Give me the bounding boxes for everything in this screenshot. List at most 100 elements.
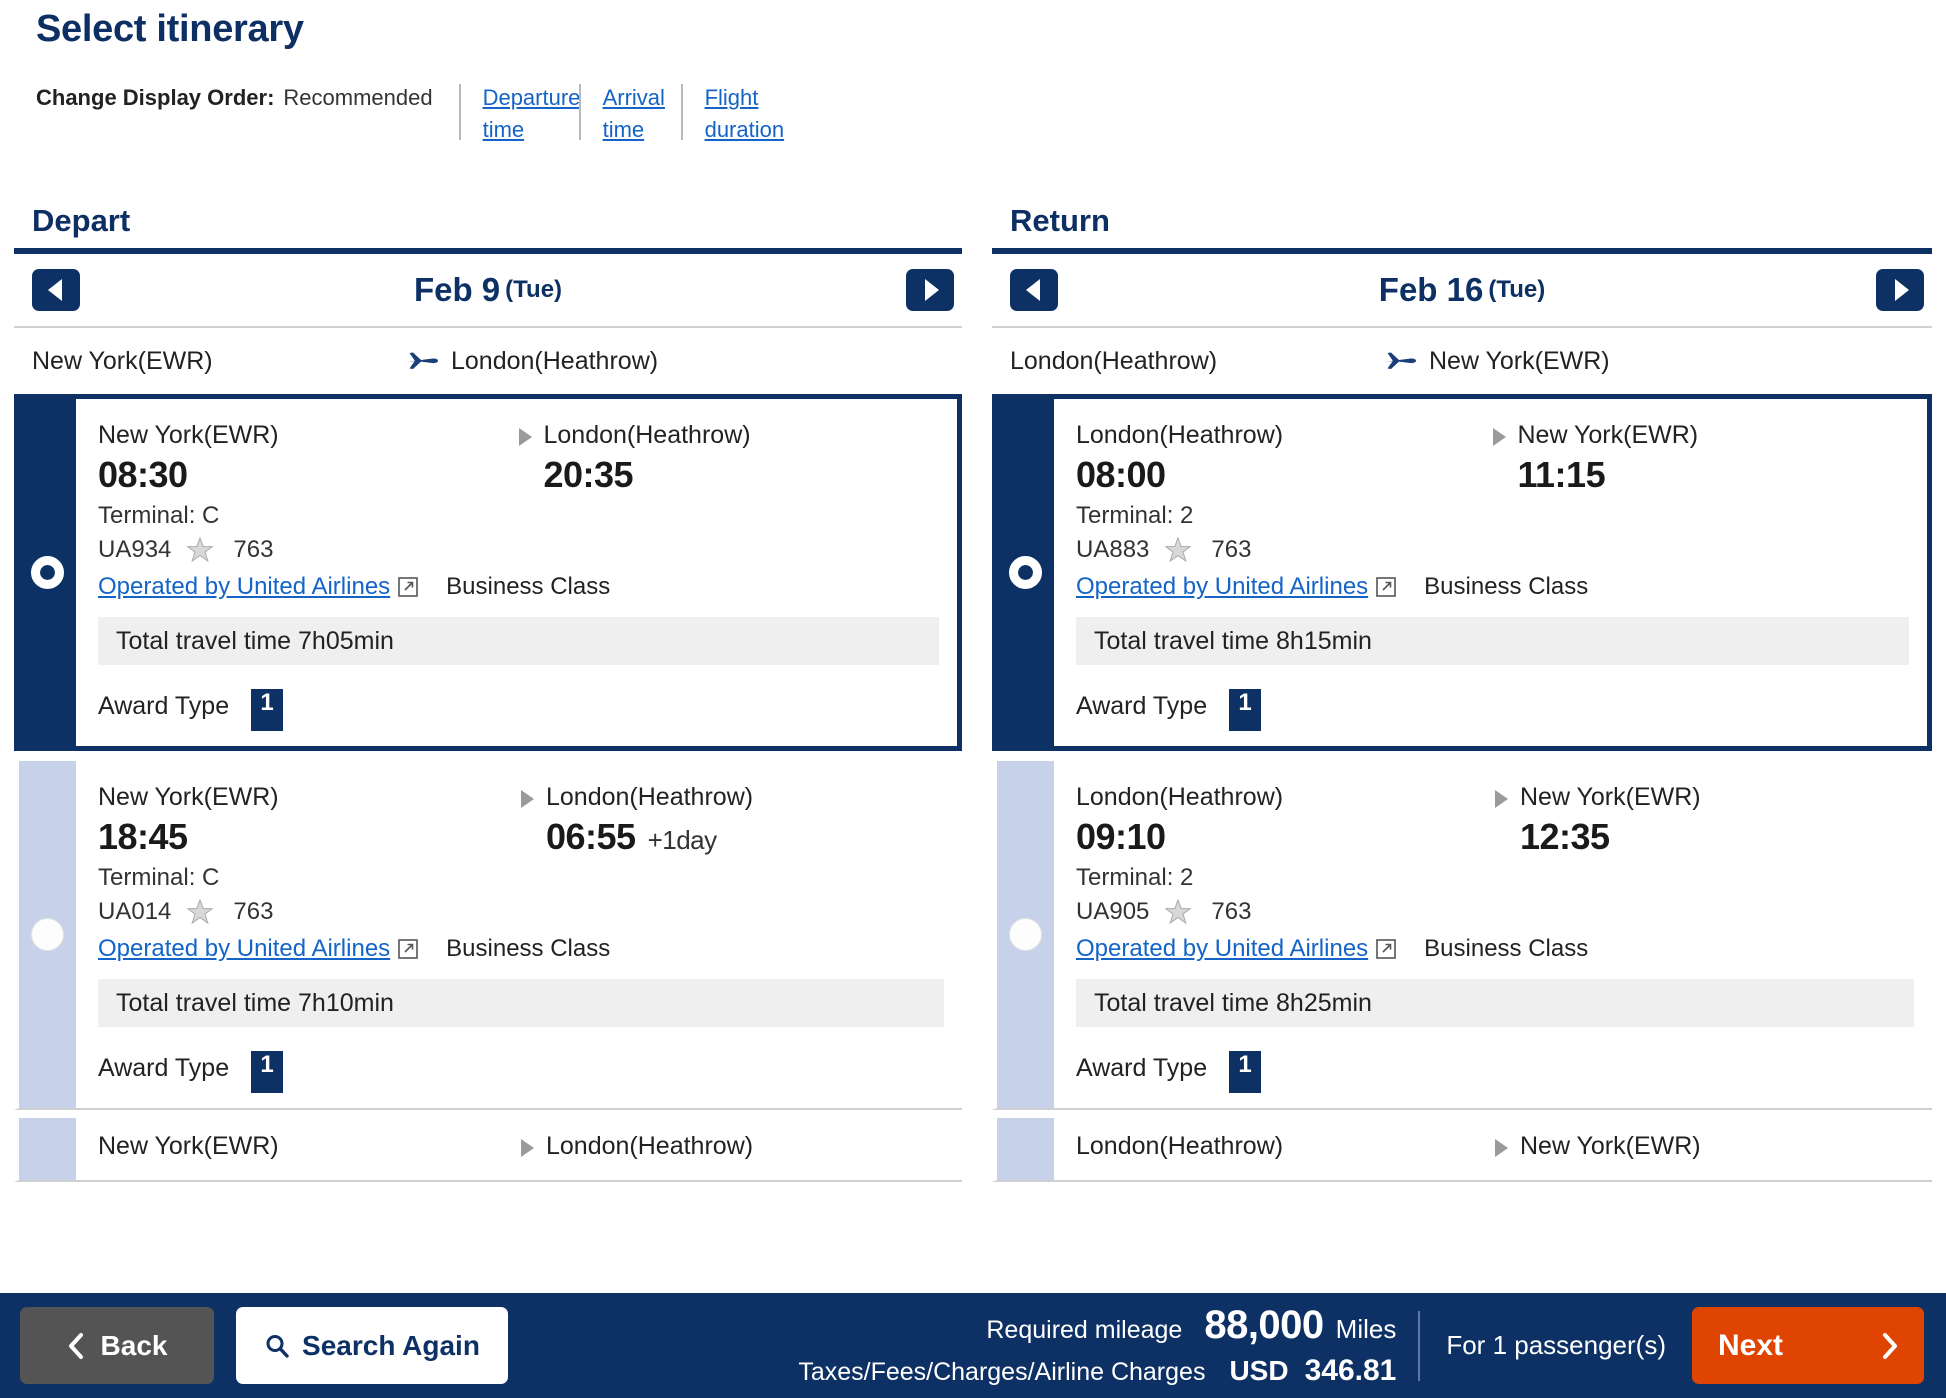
prev-day-button[interactable] xyxy=(1010,269,1058,311)
flight-to-city: London(Heathrow) xyxy=(546,1132,754,1160)
depart-column: Depart Feb 9 (Tue) New York(EWR) London(… xyxy=(14,198,962,1190)
operated-by-link[interactable]: Operated by United Airlines xyxy=(1076,935,1368,963)
flight-radio[interactable] xyxy=(31,556,64,589)
flight-from-city: New York(EWR) xyxy=(98,1132,279,1160)
return-date-nav: Feb 16 (Tue) xyxy=(992,254,1932,328)
flight-radio[interactable] xyxy=(31,918,64,951)
flight-select-rail[interactable] xyxy=(19,761,76,1108)
page-title: Select itinerary xyxy=(36,8,304,50)
next-day-button[interactable] xyxy=(1876,269,1924,311)
operated-by-link[interactable]: Operated by United Airlines xyxy=(1076,573,1368,601)
return-flight-list: London(Heathrow) New York(EWR) 08:00 11:… xyxy=(992,394,1932,1182)
award-type-row: Award Type 1 xyxy=(98,1044,944,1093)
flight-select-rail[interactable] xyxy=(19,399,76,746)
external-link-icon[interactable] xyxy=(1376,939,1396,959)
flight-equipment: 763 xyxy=(1211,536,1252,563)
flight-radio[interactable] xyxy=(1009,556,1042,589)
prev-day-button[interactable] xyxy=(32,269,80,311)
flight-terminal: Terminal: 2 xyxy=(1076,864,1194,891)
chevron-left-icon xyxy=(67,1332,85,1360)
flight-equipment: 763 xyxy=(1211,898,1252,925)
flight-total-travel-time: Total travel time 7h10min xyxy=(98,979,944,1027)
flight-to-city: New York(EWR) xyxy=(1520,1132,1701,1160)
back-button[interactable]: Back xyxy=(20,1307,214,1384)
external-link-icon[interactable] xyxy=(1376,577,1396,597)
award-type-label: Award Type xyxy=(1076,691,1208,720)
divider xyxy=(1418,1310,1421,1381)
next-button[interactable]: Next xyxy=(1692,1307,1924,1384)
award-type-badge[interactable]: 1 xyxy=(1229,1048,1262,1093)
flight-departure-time: 08:30 xyxy=(98,454,188,495)
footer-action-bar: Back Search Again Required mileage 88,00… xyxy=(0,1293,1946,1398)
flight-from-city: London(Heathrow) xyxy=(1076,783,1284,811)
sort-departure-time[interactable]: Departure time xyxy=(461,82,581,146)
return-heading: Return xyxy=(1010,203,1110,238)
chevron-left-icon xyxy=(47,279,62,301)
flight-card[interactable]: London(Heathrow) New York(EWR) 09:10 12:… xyxy=(992,761,1932,1110)
sort-arrival-time-line2: time xyxy=(602,117,645,142)
return-date: Feb 16 xyxy=(1378,271,1484,308)
flight-radio[interactable] xyxy=(1009,918,1042,951)
next-button-label: Next xyxy=(1718,1328,1784,1362)
flight-number-row: UA934 763 xyxy=(98,536,939,564)
flight-select-rail[interactable] xyxy=(19,1118,76,1180)
flight-select-rail[interactable] xyxy=(997,399,1054,746)
arrow-right-icon xyxy=(1495,790,1508,808)
flight-to-city: London(Heathrow) xyxy=(546,783,754,811)
fare-summary: Required mileage 88,000 Miles Taxes/Fees… xyxy=(508,1303,1418,1388)
flight-details: New York(EWR) London(Heathrow) 18:45 06:… xyxy=(76,761,962,1108)
sort-arrival-time[interactable]: Arrival time xyxy=(581,82,681,146)
flight-card[interactable]: London(Heathrow) New York(EWR) 08:00 11:… xyxy=(992,399,1932,751)
sort-flight-duration[interactable]: Flight duration xyxy=(683,82,808,146)
next-day-button[interactable] xyxy=(906,269,954,311)
required-mileage-label: Required mileage xyxy=(986,1316,1183,1344)
arrow-right-icon xyxy=(521,790,534,808)
depart-route-from: New York(EWR) xyxy=(32,346,213,375)
flight-from-city: London(Heathrow) xyxy=(1076,1132,1284,1160)
external-link-icon[interactable] xyxy=(398,939,418,959)
award-type-badge[interactable]: 1 xyxy=(251,686,284,731)
award-type-label: Award Type xyxy=(98,1053,230,1082)
flight-cabin-class: Business Class xyxy=(1424,935,1589,962)
search-again-button[interactable]: Search Again xyxy=(236,1307,508,1384)
flight-times: 08:00 11:15 xyxy=(1076,454,1909,496)
flight-departure-time: 18:45 xyxy=(98,816,188,857)
award-type-badge[interactable]: 1 xyxy=(251,1048,284,1093)
flight-cities: New York(EWR) London(Heathrow) xyxy=(98,1132,944,1161)
flight-total-travel-time: Total travel time 8h25min xyxy=(1076,979,1914,1027)
operated-by-link[interactable]: Operated by United Airlines xyxy=(98,935,390,963)
flight-plus-day: +1day xyxy=(647,825,718,855)
flight-select-rail[interactable] xyxy=(997,1118,1054,1180)
flight-to-city: New York(EWR) xyxy=(1520,783,1701,811)
flight-card[interactable]: New York(EWR) London(Heathrow) 08:30 20:… xyxy=(14,399,962,751)
flight-terminal: Terminal: C xyxy=(98,864,220,891)
arrow-right-icon xyxy=(1492,428,1506,446)
award-type-row: Award Type 1 xyxy=(1076,682,1909,731)
award-type-row: Award Type 1 xyxy=(98,682,939,731)
operated-by-row: Operated by United Airlines Business Cla… xyxy=(1076,573,1909,601)
flight-select-rail[interactable] xyxy=(997,761,1054,1108)
flight-card[interactable]: London(Heathrow) New York(EWR) xyxy=(992,1118,1932,1182)
flight-cabin-class: Business Class xyxy=(1424,573,1589,600)
flight-card[interactable]: New York(EWR) London(Heathrow) 18:45 06:… xyxy=(14,761,962,1110)
return-date-weekday: (Tue) xyxy=(1488,276,1546,303)
chevron-left-icon xyxy=(1025,279,1040,301)
depart-route-to: London(Heathrow) xyxy=(451,346,659,375)
display-order-value: Recommended xyxy=(283,85,433,110)
arrow-right-icon xyxy=(1495,1139,1508,1157)
flight-number-row: UA883 763 xyxy=(1076,536,1909,564)
flight-to-city: London(Heathrow) xyxy=(543,421,751,449)
flight-details: London(Heathrow) New York(EWR) 08:00 11:… xyxy=(1054,399,1927,746)
sort-departure-time-line1: Departure xyxy=(482,85,581,110)
flight-total-travel-time: Total travel time 7h05min xyxy=(98,617,939,665)
sort-departure-time-line2: time xyxy=(482,117,525,142)
depart-date: Feb 9 xyxy=(413,271,501,308)
external-link-icon[interactable] xyxy=(398,577,418,597)
flight-card[interactable]: New York(EWR) London(Heathrow) xyxy=(14,1118,962,1182)
chevron-right-icon xyxy=(1880,1332,1898,1360)
depart-route: New York(EWR) London(Heathrow) xyxy=(14,328,962,394)
search-icon xyxy=(264,1333,290,1359)
operated-by-link[interactable]: Operated by United Airlines xyxy=(98,573,390,601)
depart-flight-list: New York(EWR) London(Heathrow) 08:30 20:… xyxy=(14,394,962,1182)
award-type-badge[interactable]: 1 xyxy=(1229,686,1262,731)
